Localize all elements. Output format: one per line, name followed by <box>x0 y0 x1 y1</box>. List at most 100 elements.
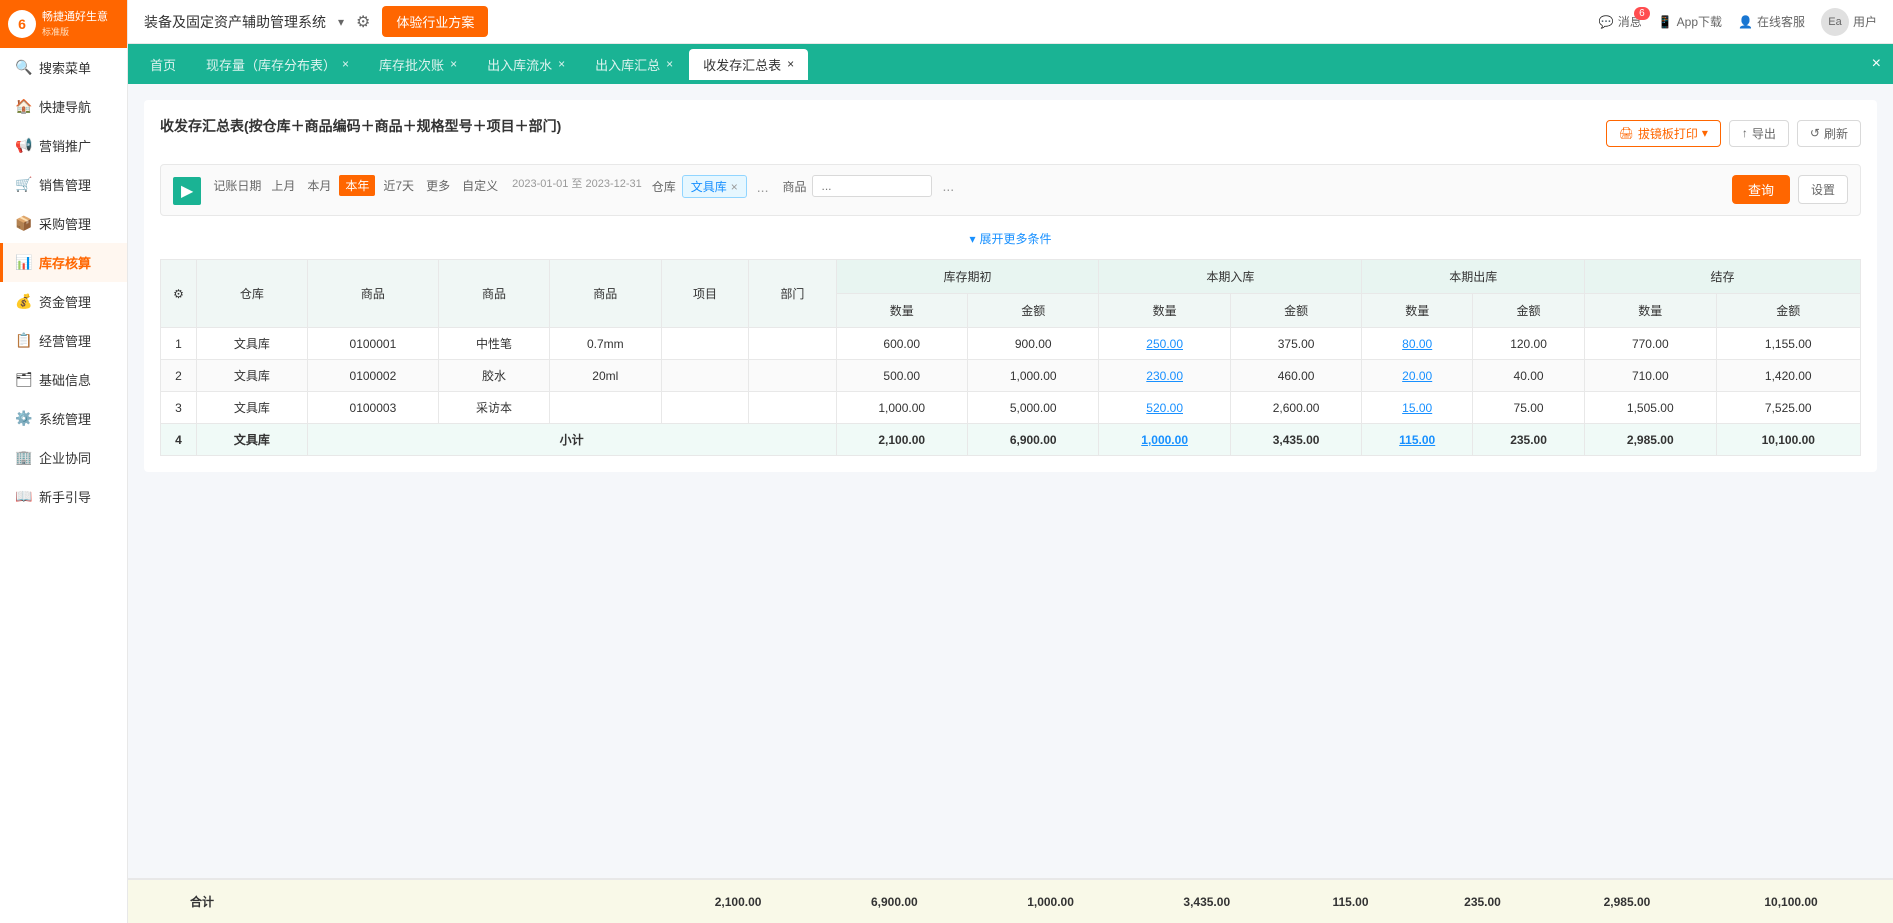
tab-inventory-dist[interactable]: 现存量（库存分布表） × <box>192 49 363 80</box>
date-opt-more[interactable]: 更多 <box>422 175 454 196</box>
sidebar-item-basic-info[interactable]: 🗂 基础信息 <box>0 360 127 399</box>
date-opt-last-month[interactable]: 上月 <box>267 175 299 196</box>
sidebar-item-enterprise[interactable]: 🏢 企业协同 <box>0 438 127 477</box>
tab-batch[interactable]: 库存批次账 × <box>365 49 471 80</box>
message-badge: 6 <box>1634 7 1650 20</box>
footer-closing-qty: 2,985.00 <box>1549 888 1705 915</box>
cell-in-qty[interactable]: 230.00 <box>1099 360 1230 392</box>
home-icon: 🏠 <box>15 98 33 115</box>
product-input[interactable] <box>812 175 932 197</box>
th-closing-amount: 金额 <box>1716 294 1860 328</box>
tab-inout-flow[interactable]: 出入库流水 × <box>473 49 579 80</box>
search-icon: 🔍 <box>15 59 33 76</box>
sidebar-item-newbie[interactable]: 📖 新手引导 <box>0 477 127 516</box>
sidebar-item-purchase[interactable]: 📦 采购管理 <box>0 204 127 243</box>
sidebar-nav: 🔍 搜索菜单 🏠 快捷导航 📢 营销推广 🛒 销售管理 📦 采购管理 📊 库存核… <box>0 48 127 923</box>
cell-sub-opening-amount: 6,900.00 <box>967 424 1098 456</box>
cell-in-qty[interactable]: 520.00 <box>1099 392 1230 424</box>
cell-closing-qty: 1,505.00 <box>1585 392 1716 424</box>
cell-product-code: 0100003 <box>307 392 438 424</box>
cell-seq: 3 <box>161 392 197 424</box>
sidebar-item-finance[interactable]: 💰 资金管理 <box>0 282 127 321</box>
product-more[interactable]: ... <box>938 178 958 194</box>
tab-close-batch[interactable]: × <box>450 57 457 71</box>
table-row: 2 文具库 0100002 胶水 20ml 500.00 1,000.00 23… <box>161 360 1861 392</box>
export-button[interactable]: ↑ 导出 <box>1729 120 1789 147</box>
settings-icon[interactable]: ⚙ <box>356 12 370 32</box>
online-support-action[interactable]: 👤 在线客服 <box>1738 13 1805 30</box>
cell-sub-out-qty[interactable]: 115.00 <box>1362 424 1473 456</box>
warehouse-more[interactable]: ... <box>753 179 773 195</box>
cell-department <box>749 328 836 360</box>
date-opt-7days[interactable]: 近7天 <box>379 175 418 196</box>
cell-out-qty[interactable]: 80.00 <box>1362 328 1473 360</box>
cell-in-amount: 2,600.00 <box>1230 392 1361 424</box>
tab-close-inout-flow[interactable]: × <box>558 57 565 71</box>
date-opt-this-year[interactable]: 本年 <box>339 175 375 196</box>
marketing-icon: 📢 <box>15 137 33 154</box>
tab-close-inventory-dist[interactable]: × <box>342 57 349 71</box>
footer-opening-qty: 2,100.00 <box>660 888 816 915</box>
system-title: 装备及固定资产辅助管理系统 <box>144 12 326 32</box>
warehouse-label: 仓库 <box>652 178 676 195</box>
th-settings: ⚙ <box>161 260 197 328</box>
footer-out-qty: 115.00 <box>1285 888 1416 915</box>
tab-close-recv-send[interactable]: × <box>787 57 794 71</box>
user-action[interactable]: Ea 用户 <box>1821 8 1877 36</box>
cell-closing-qty: 770.00 <box>1585 328 1716 360</box>
cell-warehouse: 文具库 <box>197 328 308 360</box>
cell-sub-opening-qty: 2,100.00 <box>836 424 967 456</box>
tab-inout-summary[interactable]: 出入库汇总 × <box>581 49 687 80</box>
refresh-button[interactable]: ↺ 刷新 <box>1797 120 1861 147</box>
message-icon: 💬 <box>1599 15 1614 29</box>
warehouse-value: 文具库 <box>691 178 727 195</box>
date-opt-custom[interactable]: 自定义 <box>458 175 502 196</box>
cell-sub-in-qty[interactable]: 1,000.00 <box>1099 424 1230 456</box>
cell-closing-qty: 710.00 <box>1585 360 1716 392</box>
cell-product-name: 采访本 <box>439 392 550 424</box>
cell-opening-amount: 1,000.00 <box>967 360 1098 392</box>
export-icon: ↑ <box>1742 126 1748 140</box>
tab-bar-close-btn[interactable]: × <box>1868 51 1885 77</box>
th-in-group: 本期入库 <box>1099 260 1362 294</box>
th-closing-qty: 数量 <box>1585 294 1716 328</box>
cell-closing-amount: 1,420.00 <box>1716 360 1860 392</box>
sidebar-item-quick-nav[interactable]: 🏠 快捷导航 <box>0 87 127 126</box>
sidebar-item-search[interactable]: 🔍 搜索菜单 <box>0 48 127 87</box>
sidebar-item-marketing[interactable]: 📢 营销推广 <box>0 126 127 165</box>
cell-warehouse: 文具库 <box>197 392 308 424</box>
system-dropdown[interactable]: ▾ <box>338 15 344 29</box>
sidebar-logo[interactable]: 6 畅捷通好生意 标准版 <box>0 0 127 48</box>
app-download-action[interactable]: 📱 App下载 <box>1658 13 1722 30</box>
cell-out-qty[interactable]: 20.00 <box>1362 360 1473 392</box>
cell-out-qty[interactable]: 15.00 <box>1362 392 1473 424</box>
date-range-display: 2023-01-01 至 2023-12-31 <box>512 175 642 191</box>
message-action[interactable]: 💬 消息 6 <box>1599 13 1642 30</box>
tab-recv-send[interactable]: 收发存汇总表 × <box>689 49 808 80</box>
cell-closing-amount: 7,525.00 <box>1716 392 1860 424</box>
cell-department <box>749 360 836 392</box>
cell-in-qty[interactable]: 250.00 <box>1099 328 1230 360</box>
tab-home[interactable]: 首页 <box>136 49 190 80</box>
th-in-qty: 数量 <box>1099 294 1230 328</box>
warehouse-tag-close[interactable]: × <box>731 180 738 194</box>
tab-close-inout-summary[interactable]: × <box>666 57 673 71</box>
footer-in-qty: 1,000.00 <box>972 888 1128 915</box>
cell-sub-closing-amount: 10,100.00 <box>1716 424 1860 456</box>
query-button[interactable]: 查询 <box>1732 175 1790 204</box>
filter-toggle-button[interactable]: ▶ <box>173 177 201 205</box>
try-button[interactable]: 体验行业方案 <box>382 6 488 37</box>
cell-closing-amount: 1,155.00 <box>1716 328 1860 360</box>
sidebar-item-system[interactable]: ⚙️ 系统管理 <box>0 399 127 438</box>
footer-out-amount: 235.00 <box>1416 888 1549 915</box>
sidebar-item-operations[interactable]: 📋 经营管理 <box>0 321 127 360</box>
sidebar-item-sales[interactable]: 🛒 销售管理 <box>0 165 127 204</box>
cell-out-amount: 120.00 <box>1473 328 1585 360</box>
th-product-name: 商品 <box>439 260 550 328</box>
expand-more-button[interactable]: ▾ 展开更多条件 <box>969 230 1051 247</box>
date-opt-this-month[interactable]: 本月 <box>303 175 335 196</box>
print-button[interactable]: 🖨 拔镜板打印 <box>1606 120 1721 147</box>
purchase-icon: 📦 <box>15 215 33 232</box>
sidebar-item-inventory[interactable]: 📊 库存核算 <box>0 243 127 282</box>
filter-settings-button[interactable]: 设置 <box>1798 175 1848 204</box>
